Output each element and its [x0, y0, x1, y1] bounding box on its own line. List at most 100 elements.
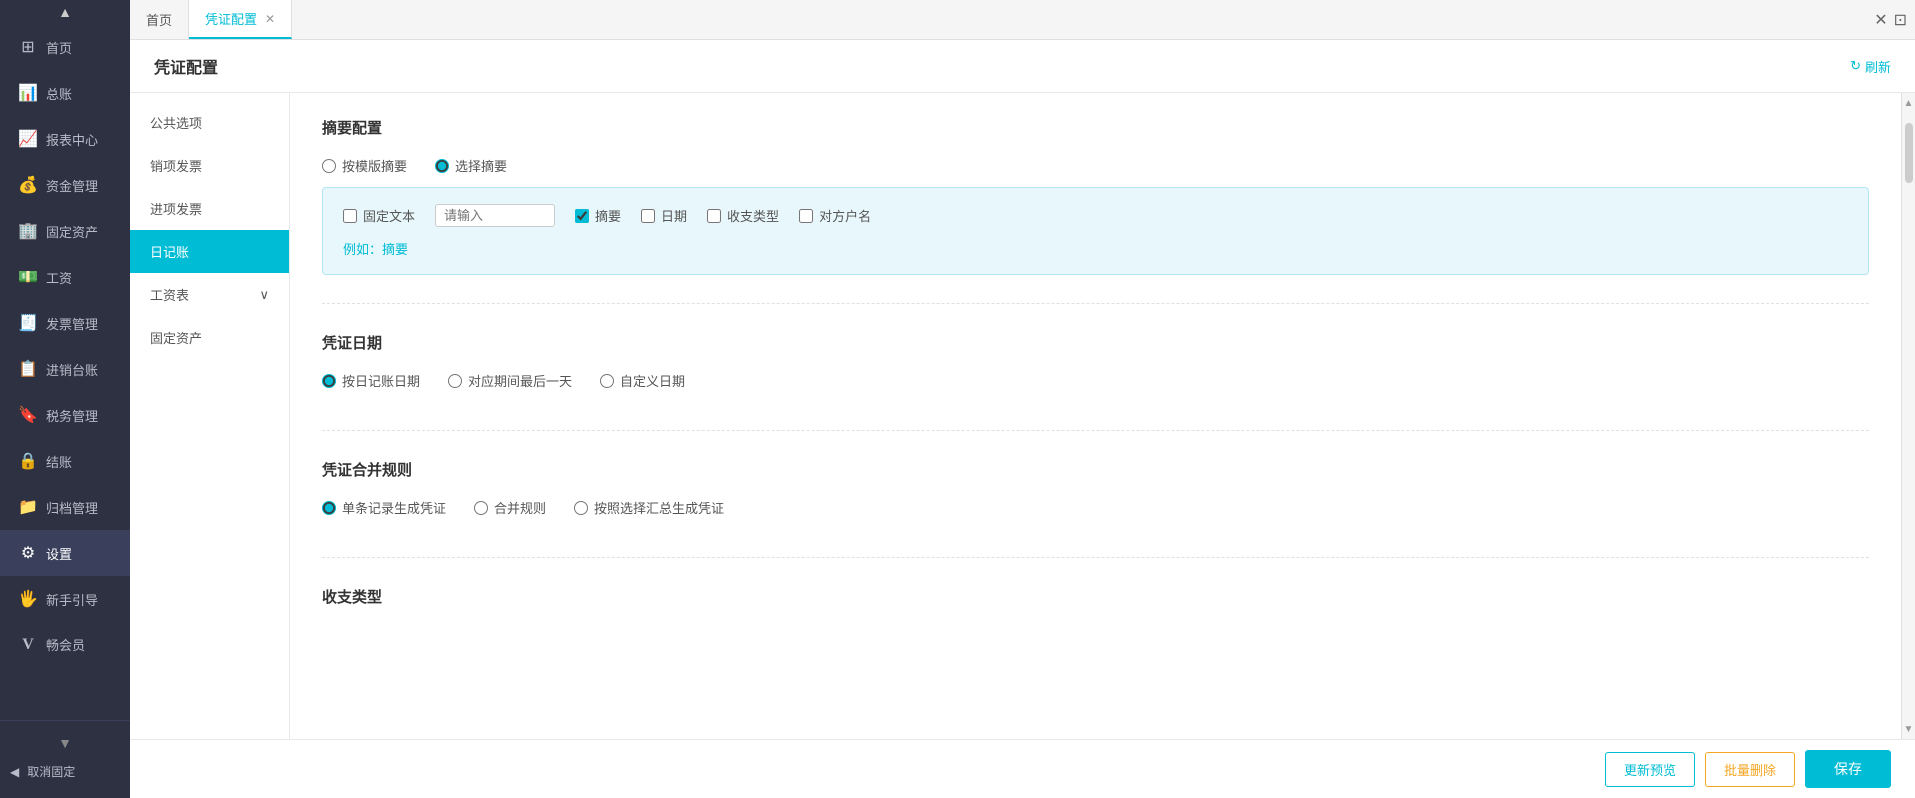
- custom-date-radio[interactable]: [600, 374, 614, 388]
- scrollbar-down-arrow[interactable]: ▼: [1902, 719, 1915, 739]
- merge-section: 凭证合并规则 单条记录生成凭证 合并规则 按照选择汇总生成凭证: [322, 459, 1869, 558]
- tab-bar-actions: ✕ ⊡: [1874, 10, 1915, 30]
- custom-date-label: 自定义日期: [620, 371, 685, 390]
- left-nav-purchase-invoice-label: 进项发票: [150, 199, 202, 218]
- merge-radio-group: 单条记录生成凭证 合并规则 按照选择汇总生成凭证: [322, 498, 1869, 517]
- checkbox-date[interactable]: 日期: [641, 206, 687, 225]
- invoice-mgmt-icon: 🧾: [18, 313, 38, 333]
- sidebar-item-label: 新手引导: [46, 590, 98, 609]
- left-nav-public[interactable]: 公共选项: [130, 101, 289, 144]
- sidebar-item-archive[interactable]: 📁 归档管理: [0, 484, 130, 530]
- batch-delete-button[interactable]: 批量删除: [1705, 752, 1795, 787]
- reports-icon: 📈: [18, 129, 38, 149]
- date-radio-bookkeeping[interactable]: 按日记账日期: [322, 371, 420, 390]
- close-accounts-icon: 🔒: [18, 451, 38, 471]
- left-nav-sales-invoice[interactable]: 销项发票: [130, 144, 289, 187]
- tab-close-icon[interactable]: ✕: [265, 12, 275, 26]
- fixed-text-checkbox[interactable]: [343, 209, 357, 223]
- summary-select-radio[interactable]: [435, 159, 449, 173]
- sidebar-item-label: 设置: [46, 544, 72, 563]
- left-nav-public-label: 公共选项: [150, 113, 202, 132]
- bookkeeping-date-radio[interactable]: [322, 374, 336, 388]
- sidebar-item-sales-ledger[interactable]: 📋 进销台账: [0, 346, 130, 392]
- bottom-bar: 更新预览 批量删除 保存: [130, 739, 1915, 798]
- scrollbar-up-arrow[interactable]: ▲: [1902, 93, 1915, 113]
- sidebar-item-reports[interactable]: 📈 报表中心: [0, 116, 130, 162]
- tab-voucher-label: 凭证配置: [205, 9, 257, 28]
- sidebar-item-tax[interactable]: 🔖 税务管理: [0, 392, 130, 438]
- fixed-text-input[interactable]: [435, 204, 555, 227]
- tax-icon: 🔖: [18, 405, 38, 425]
- merge-radio-select-merge[interactable]: 按照选择汇总生成凭证: [574, 498, 724, 517]
- summary-checkbox[interactable]: [575, 209, 589, 223]
- date-label: 日期: [661, 206, 687, 225]
- sidebar-item-label: 税务管理: [46, 406, 98, 425]
- date-section-title: 凭证日期: [322, 332, 1869, 353]
- summary-template-radio[interactable]: [322, 159, 336, 173]
- ledger-icon: 📊: [18, 83, 38, 103]
- config-area: 摘要配置 按模版摘要 选择摘要: [290, 93, 1901, 739]
- summary-section-title: 摘要配置: [322, 117, 1869, 138]
- sidebar-item-invoice-mgmt[interactable]: 🧾 发票管理: [0, 300, 130, 346]
- payroll-icon: 💵: [18, 267, 38, 287]
- last-day-label: 对应期间最后一天: [468, 371, 572, 390]
- main-area: 首页 凭证配置 ✕ ✕ ⊡ 凭证配置 ↻ 刷新 公共选项: [130, 0, 1915, 798]
- income-type-checkbox[interactable]: [707, 209, 721, 223]
- sidebar-unpin[interactable]: ◀ 取消固定: [0, 755, 130, 788]
- tab-home[interactable]: 首页: [130, 0, 189, 39]
- left-nav-payroll-table[interactable]: 工资表 ∨: [130, 273, 289, 316]
- select-merge-radio[interactable]: [574, 501, 588, 515]
- left-nav-purchase-invoice[interactable]: 进项发票: [130, 187, 289, 230]
- sidebar-item-payroll[interactable]: 💵 工资: [0, 254, 130, 300]
- checkbox-fixed-text[interactable]: 固定文本: [343, 206, 415, 225]
- sidebar-item-funds[interactable]: 💰 资金管理: [0, 162, 130, 208]
- member-icon: V: [18, 636, 38, 654]
- update-preview-button[interactable]: 更新预览: [1605, 752, 1695, 787]
- sidebar-item-label: 畅会员: [46, 635, 85, 654]
- left-nav-journal-label: 日记账: [150, 242, 189, 261]
- sidebar-item-label: 归档管理: [46, 498, 98, 517]
- sidebar: ▲ ⊞ 首页 📊 总账 📈 报表中心 💰 资金管理 🏢 固定资产 💵 工资 🧾 …: [0, 0, 130, 798]
- date-checkbox[interactable]: [641, 209, 655, 223]
- summary-template-label: 按模版摘要: [342, 156, 407, 175]
- sidebar-item-label: 结账: [46, 452, 72, 471]
- tab-restore-icon[interactable]: ⊡: [1894, 10, 1907, 30]
- left-nav-fixed-assets[interactable]: 固定资产: [130, 316, 289, 359]
- merge-section-title: 凭证合并规则: [322, 459, 1869, 480]
- fixed-text-label: 固定文本: [363, 206, 415, 225]
- page-header: 凭证配置 ↻ 刷新: [130, 40, 1915, 93]
- save-button[interactable]: 保存: [1805, 750, 1891, 788]
- sidebar-scroll-up[interactable]: ▲: [0, 0, 130, 24]
- sidebar-scroll-down[interactable]: ▼: [0, 731, 130, 755]
- sidebar-item-ledger[interactable]: 📊 总账: [0, 70, 130, 116]
- sidebar-item-guide[interactable]: 🖐 新手引导: [0, 576, 130, 622]
- summary-radio-template[interactable]: 按模版摘要: [322, 156, 407, 175]
- summary-checkbox-group: 固定文本 摘要 日期: [343, 204, 1848, 227]
- sales-ledger-icon: 📋: [18, 359, 38, 379]
- example-text: 例如：摘要: [343, 239, 1848, 258]
- date-radio-last-day[interactable]: 对应期间最后一天: [448, 371, 572, 390]
- single-record-radio[interactable]: [322, 501, 336, 515]
- date-radio-custom[interactable]: 自定义日期: [600, 371, 685, 390]
- counterpart-checkbox[interactable]: [799, 209, 813, 223]
- sidebar-item-label: 进销台账: [46, 360, 98, 379]
- sidebar-item-home[interactable]: ⊞ 首页: [0, 24, 130, 70]
- merge-radio-rules[interactable]: 合并规则: [474, 498, 546, 517]
- refresh-button[interactable]: ↻ 刷新: [1850, 57, 1891, 76]
- merge-rules-radio[interactable]: [474, 501, 488, 515]
- sidebar-item-close[interactable]: 🔒 结账: [0, 438, 130, 484]
- tab-close-window-icon[interactable]: ✕: [1874, 10, 1887, 30]
- merge-radio-single[interactable]: 单条记录生成凭证: [322, 498, 446, 517]
- checkbox-summary[interactable]: 摘要: [575, 206, 621, 225]
- scrollbar-thumb[interactable]: [1905, 123, 1913, 183]
- last-day-radio[interactable]: [448, 374, 462, 388]
- checkbox-counterpart[interactable]: 对方户名: [799, 206, 871, 225]
- left-nav-journal[interactable]: 日记账: [130, 230, 289, 273]
- sidebar-item-member[interactable]: V 畅会员: [0, 622, 130, 667]
- summary-radio-select[interactable]: 选择摘要: [435, 156, 507, 175]
- sidebar-item-assets[interactable]: 🏢 固定资产: [0, 208, 130, 254]
- income-type-section: 收支类型: [322, 586, 1869, 653]
- tab-voucher-config[interactable]: 凭证配置 ✕: [189, 0, 292, 39]
- checkbox-income-type[interactable]: 收支类型: [707, 206, 779, 225]
- sidebar-item-settings[interactable]: ⚙ 设置: [0, 530, 130, 576]
